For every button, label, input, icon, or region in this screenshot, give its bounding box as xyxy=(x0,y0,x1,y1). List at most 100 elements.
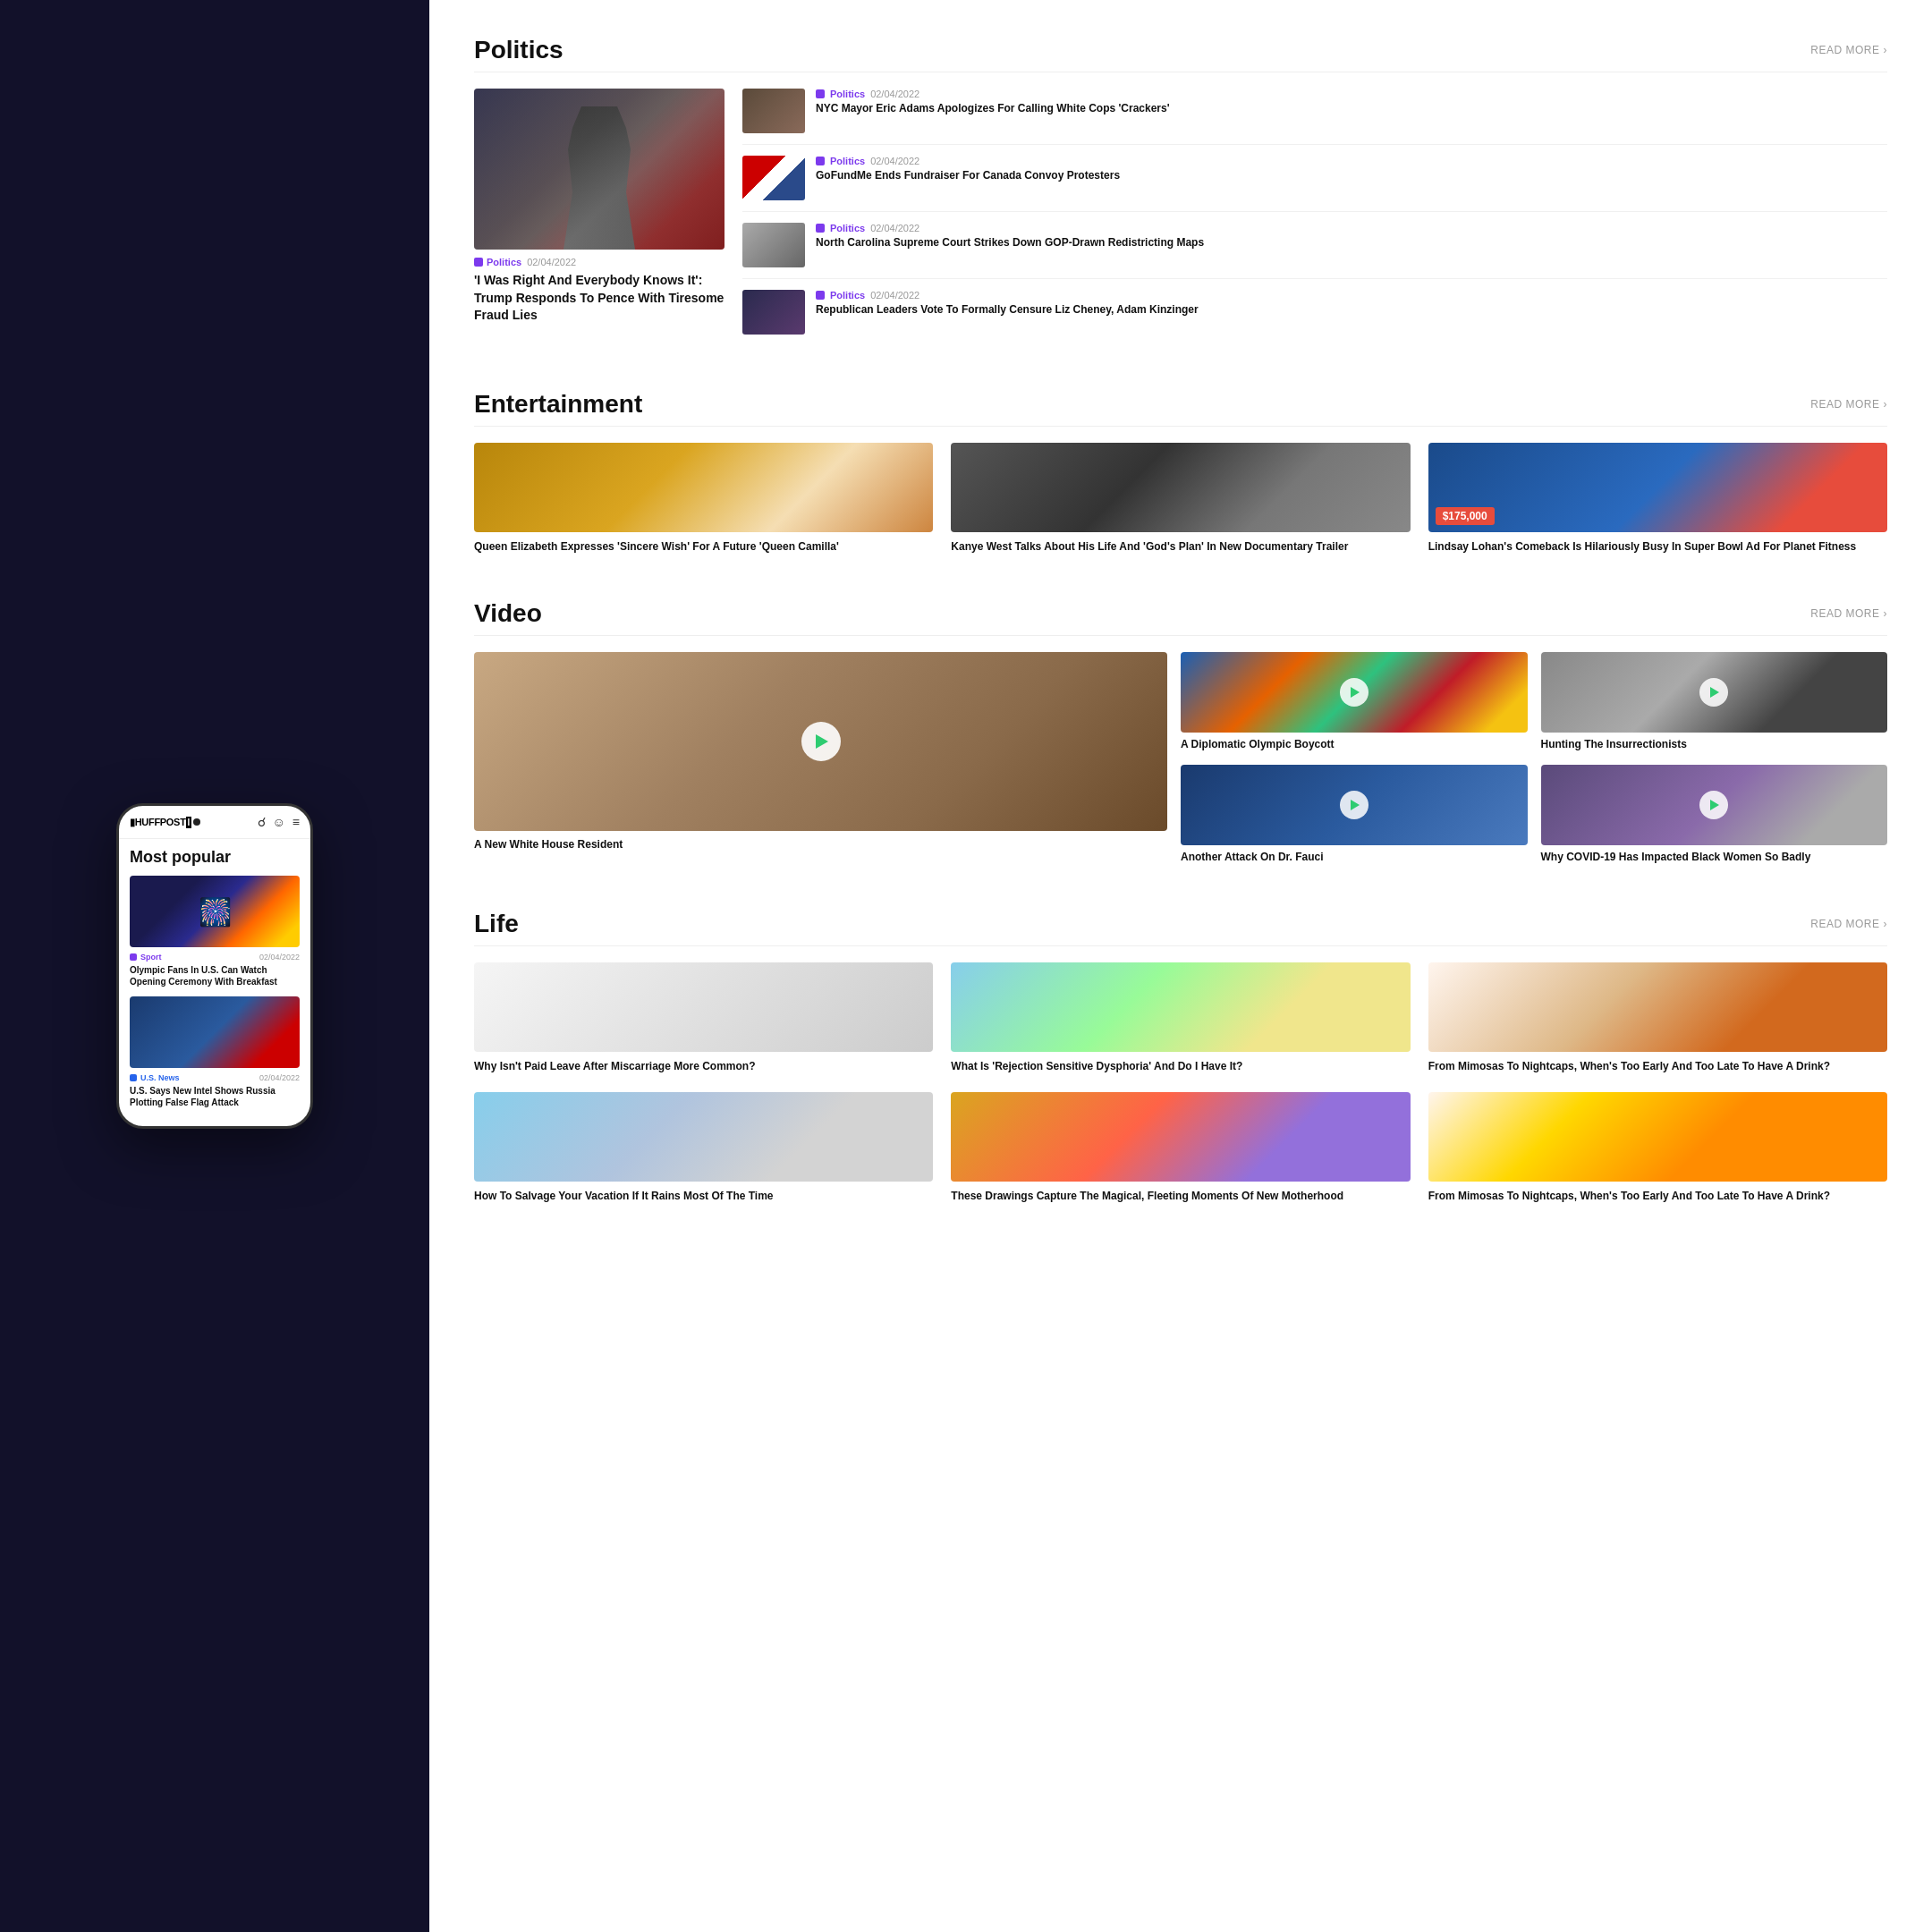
video-play-btn-3[interactable] xyxy=(1340,791,1368,819)
politics-sidebar-title-2[interactable]: GoFundMe Ends Fundraiser For Canada Conv… xyxy=(816,169,1120,183)
politics-sidebar-meta-4: Politics 02/04/2022 xyxy=(816,290,1199,301)
politics-sidebar-dot-3 xyxy=(816,224,825,233)
ent-title-3: Lindsay Lohan's Comeback Is Hilariously … xyxy=(1428,539,1887,555)
life-item-2[interactable]: What Is 'Rejection Sensitive Dysphoria' … xyxy=(951,962,1410,1074)
price-badge: $175,000 xyxy=(1436,507,1495,525)
life-grid: Why Isn't Paid Leave After Miscarriage M… xyxy=(474,962,1887,1204)
video-side-item-1[interactable]: A Diplomatic Olympic Boycott xyxy=(1181,652,1528,752)
phone-article-2-title[interactable]: U.S. Says New Intel Shows Russia Plottin… xyxy=(130,1085,300,1108)
video-side-item-4[interactable]: Why COVID-19 Has Impacted Black Women So… xyxy=(1541,765,1888,865)
politics-sidebar-cat-1: Politics xyxy=(830,89,865,99)
politics-sidebar-title-4[interactable]: Republican Leaders Vote To Formally Cens… xyxy=(816,303,1199,318)
video-side-item-2[interactable]: Hunting The Insurrectionists xyxy=(1541,652,1888,752)
politics-sidebar-item-2[interactable]: Politics 02/04/2022 GoFundMe Ends Fundra… xyxy=(742,156,1887,212)
politics-sidebar-cat-3: Politics xyxy=(830,223,865,233)
politics-main-date: 02/04/2022 xyxy=(527,257,576,267)
phone-article-1-meta: Sport 02/04/2022 xyxy=(130,953,300,962)
politics-sidebar-meta-3: Politics 02/04/2022 xyxy=(816,223,1204,233)
life-item-3[interactable]: From Mimosas To Nightcaps, When's Too Ea… xyxy=(1428,962,1887,1074)
politics-main-category-label: Politics xyxy=(487,257,521,267)
video-thumb-2 xyxy=(1541,652,1888,733)
life-item-4[interactable]: How To Salvage Your Vacation If It Rains… xyxy=(474,1092,933,1204)
ent-item-3[interactable]: $175,000 Lindsay Lohan's Comeback Is Hil… xyxy=(1428,443,1887,555)
ent-image-1 xyxy=(474,443,933,532)
video-play-btn-1[interactable] xyxy=(1340,678,1368,707)
politics-sidebar-item-4[interactable]: Politics 02/04/2022 Republican Leaders V… xyxy=(742,290,1887,345)
politics-sidebar-thumb-3 xyxy=(742,223,805,267)
politics-sidebar-meta-2: Politics 02/04/2022 xyxy=(816,156,1120,166)
politics-main-category: Politics xyxy=(474,257,521,267)
politics-read-more[interactable]: READ MORE › xyxy=(1810,44,1887,56)
politics-sidebar-item-3[interactable]: Politics 02/04/2022 North Carolina Supre… xyxy=(742,223,1887,279)
search-icon[interactable]: ☌ xyxy=(258,815,266,829)
politics-sidebar-item-1[interactable]: Politics 02/04/2022 NYC Mayor Eric Adams… xyxy=(742,89,1887,145)
user-icon[interactable]: ☺ xyxy=(273,815,285,829)
politics-title: Politics xyxy=(474,36,564,64)
life-image-1 xyxy=(474,962,933,1052)
phone-header: ▮HUFFPOSTI ☌ ☺ ≡ xyxy=(119,806,310,839)
politics-grid: Politics 02/04/2022 'I Was Right And Eve… xyxy=(474,89,1887,345)
politics-main-image xyxy=(474,89,724,250)
politics-sidebar-thumb-1 xyxy=(742,89,805,133)
video-side-title-2: Hunting The Insurrectionists xyxy=(1541,738,1888,752)
video-thumb-1 xyxy=(1181,652,1528,733)
life-image-6 xyxy=(1428,1092,1887,1182)
politics-section-header: Politics READ MORE › xyxy=(474,36,1887,72)
life-title-2: What Is 'Rejection Sensitive Dysphoria' … xyxy=(951,1059,1410,1074)
video-section: Video READ MORE › A New White House Resi… xyxy=(474,599,1887,865)
video-read-more[interactable]: READ MORE › xyxy=(1810,607,1887,620)
politics-sidebar-date-2: 02/04/2022 xyxy=(870,156,919,166)
play-triangle-small-2 xyxy=(1710,687,1719,698)
phone-article-1[interactable]: Sport 02/04/2022 Olympic Fans In U.S. Ca… xyxy=(130,876,300,987)
politics-sidebar-content-2: Politics 02/04/2022 GoFundMe Ends Fundra… xyxy=(816,156,1120,183)
video-grid: A New White House Resident A Diplomatic … xyxy=(474,652,1887,865)
life-title-5: These Drawings Capture The Magical, Flee… xyxy=(951,1189,1410,1204)
phone-article-1-date: 02/04/2022 xyxy=(259,953,300,962)
ent-item-1[interactable]: Queen Elizabeth Expresses 'Sincere Wish'… xyxy=(474,443,933,555)
life-item-5[interactable]: These Drawings Capture The Magical, Flee… xyxy=(951,1092,1410,1204)
ent-item-2[interactable]: Kanye West Talks About His Life And 'God… xyxy=(951,443,1410,555)
life-image-5 xyxy=(951,1092,1410,1182)
entertainment-grid: Queen Elizabeth Expresses 'Sincere Wish'… xyxy=(474,443,1887,555)
video-side-title-3: Another Attack On Dr. Fauci xyxy=(1181,851,1528,865)
politics-sidebar-title-3[interactable]: North Carolina Supreme Court Strikes Dow… xyxy=(816,236,1204,250)
entertainment-read-more-arrow: › xyxy=(1884,398,1888,411)
politics-sidebar-meta-1: Politics 02/04/2022 xyxy=(816,89,1170,99)
video-title: Video xyxy=(474,599,542,628)
politics-sidebar-thumb-2 xyxy=(742,156,805,200)
video-main-item[interactable]: A New White House Resident xyxy=(474,652,1167,865)
entertainment-read-more[interactable]: READ MORE › xyxy=(1810,398,1887,411)
phone-article-1-title[interactable]: Olympic Fans In U.S. Can Watch Opening C… xyxy=(130,964,300,987)
trump-silhouette xyxy=(555,106,644,250)
life-title-6: From Mimosas To Nightcaps, When's Too Ea… xyxy=(1428,1189,1887,1204)
politics-main-article[interactable]: Politics 02/04/2022 'I Was Right And Eve… xyxy=(474,89,724,345)
news-content-panel: Politics READ MORE › Politics 02/04/2022 xyxy=(429,0,1932,1932)
life-section-header: Life READ MORE › xyxy=(474,910,1887,946)
life-image-4 xyxy=(474,1092,933,1182)
video-main-play-button[interactable] xyxy=(801,722,841,761)
phone-logo: ▮HUFFPOSTI xyxy=(130,817,200,828)
life-item-6[interactable]: From Mimosas To Nightcaps, When's Too Ea… xyxy=(1428,1092,1887,1204)
life-read-more[interactable]: READ MORE › xyxy=(1810,918,1887,930)
phone-article-2[interactable]: U.S. News 02/04/2022 U.S. Says New Intel… xyxy=(130,996,300,1108)
ent-title-1: Queen Elizabeth Expresses 'Sincere Wish'… xyxy=(474,539,933,555)
politics-main-title[interactable]: 'I Was Right And Everybody Knows It': Tr… xyxy=(474,272,724,325)
politics-sidebar-title-1[interactable]: NYC Mayor Eric Adams Apologizes For Call… xyxy=(816,102,1170,116)
life-title: Life xyxy=(474,910,519,938)
menu-icon[interactable]: ≡ xyxy=(292,815,300,829)
play-triangle-small-4 xyxy=(1710,800,1719,810)
ent-title-2: Kanye West Talks About His Life And 'God… xyxy=(951,539,1410,555)
phone-article-1-image xyxy=(130,876,300,947)
life-item-1[interactable]: Why Isn't Paid Leave After Miscarriage M… xyxy=(474,962,933,1074)
phone-section-title: Most popular xyxy=(130,848,300,867)
phone-mockup-panel: ▮HUFFPOSTI ☌ ☺ ≡ Most popular Sport 02/0… xyxy=(0,0,429,1932)
politics-sidebar-content-1: Politics 02/04/2022 NYC Mayor Eric Adams… xyxy=(816,89,1170,116)
video-side-item-3[interactable]: Another Attack On Dr. Fauci xyxy=(1181,765,1528,865)
video-play-btn-4[interactable] xyxy=(1699,791,1728,819)
politics-sidebar-content-4: Politics 02/04/2022 Republican Leaders V… xyxy=(816,290,1199,318)
logo-dot xyxy=(193,818,200,826)
video-play-btn-2[interactable] xyxy=(1699,678,1728,707)
video-side-title-1: A Diplomatic Olympic Boycott xyxy=(1181,738,1528,752)
phone-article-2-date: 02/04/2022 xyxy=(259,1073,300,1082)
politics-sidebar-dot-2 xyxy=(816,157,825,165)
